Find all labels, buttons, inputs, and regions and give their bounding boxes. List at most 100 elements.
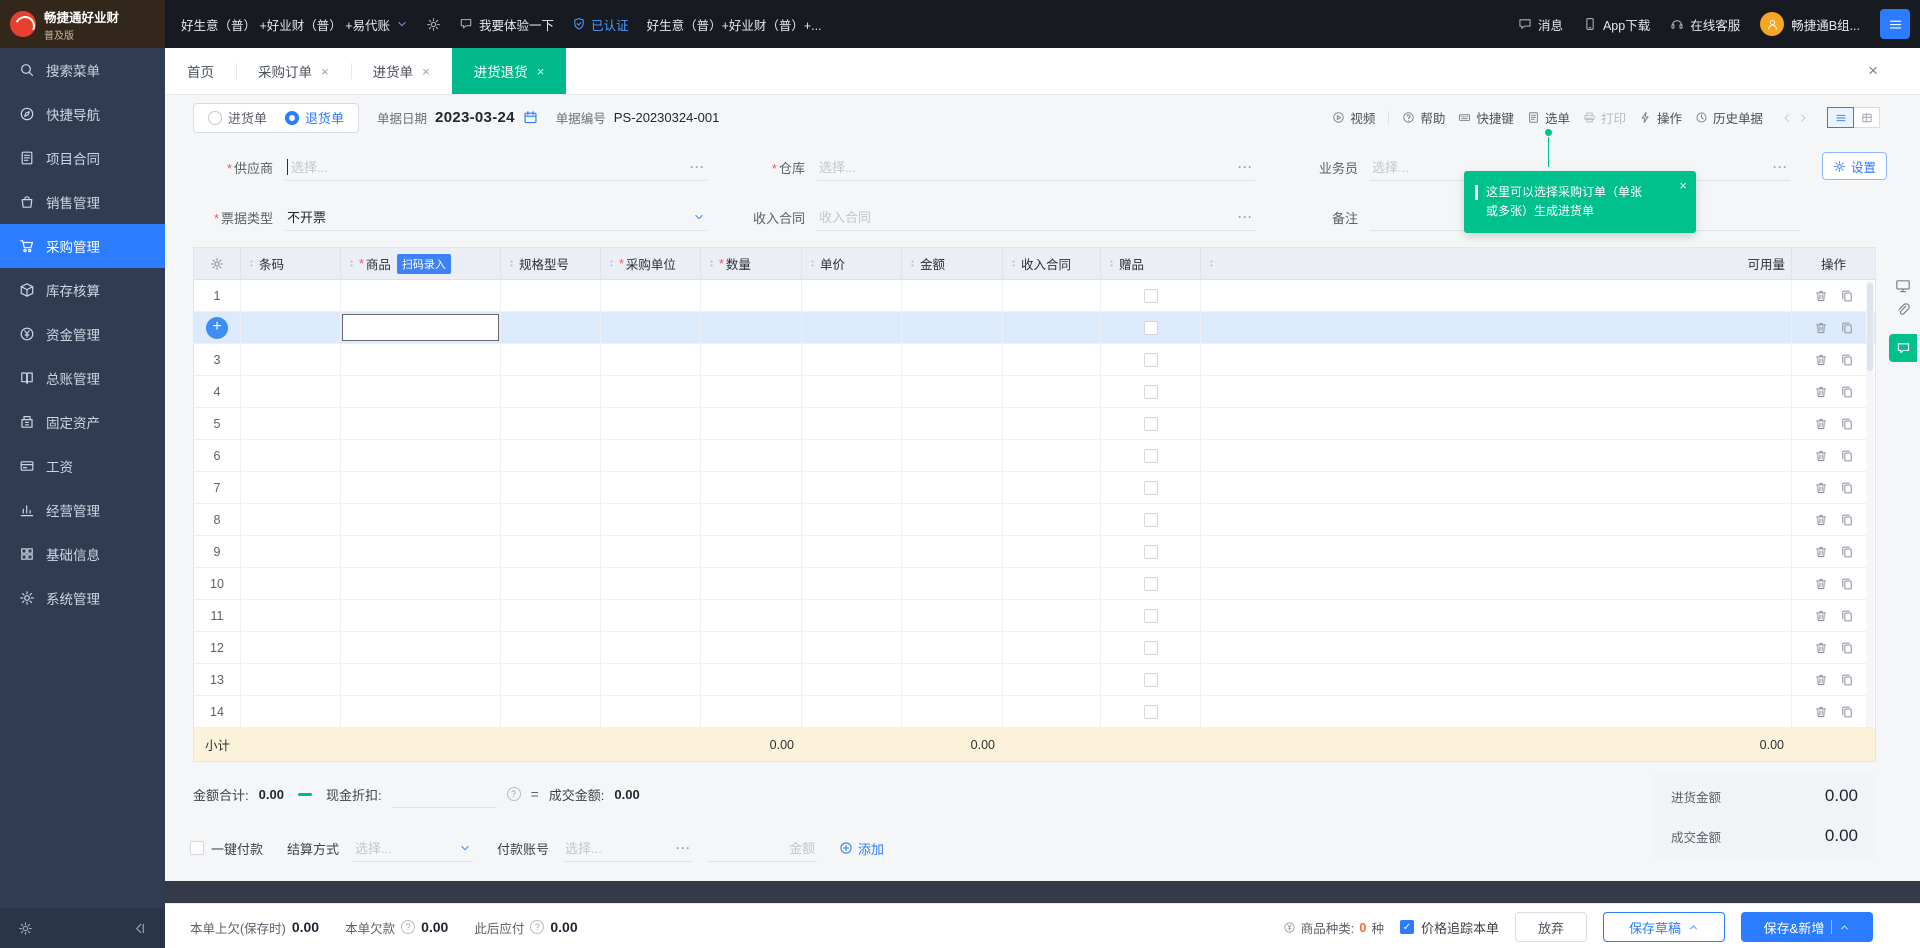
cell-unit[interactable] <box>601 280 701 312</box>
scrollbar-thumb[interactable] <box>1867 283 1873 371</box>
cell-contract[interactable] <box>1003 536 1101 568</box>
sort-icon[interactable] <box>707 257 716 270</box>
cell-barcode[interactable] <box>241 696 341 728</box>
experience-button[interactable]: 我要体验一下 <box>459 15 554 34</box>
cell-amount[interactable] <box>902 376 1003 408</box>
cell-price[interactable] <box>802 312 902 344</box>
delete-row-icon[interactable] <box>1814 321 1828 335</box>
sidebar-item-ledger[interactable]: 总账管理 <box>0 356 165 400</box>
cell-product[interactable] <box>341 312 501 344</box>
gift-checkbox[interactable] <box>1144 609 1158 623</box>
cell-contract[interactable] <box>1003 344 1101 376</box>
cell-qty[interactable] <box>701 536 802 568</box>
list-view-toggle[interactable] <box>1827 107 1854 128</box>
gift-checkbox[interactable] <box>1144 385 1158 399</box>
doc-date-value[interactable]: 2023-03-24 <box>435 109 515 126</box>
discard-button[interactable]: 放弃 <box>1515 912 1587 942</box>
gift-checkbox[interactable] <box>1144 289 1158 303</box>
copy-row-icon[interactable] <box>1840 705 1854 719</box>
delete-row-icon[interactable] <box>1814 385 1828 399</box>
cell-amount[interactable] <box>902 312 1003 344</box>
cell-product[interactable] <box>341 632 501 664</box>
delete-row-icon[interactable] <box>1814 449 1828 463</box>
radio-purchase-return[interactable]: 退货单 <box>285 108 344 127</box>
column-header-amount[interactable]: 金额 <box>902 248 1003 279</box>
sidebar-item-project-contract[interactable]: 项目合同 <box>0 136 165 180</box>
cell-unit[interactable] <box>601 536 701 568</box>
table-row-10[interactable]: 10 <box>194 568 1875 600</box>
copy-row-icon[interactable] <box>1840 449 1854 463</box>
income-contract-input[interactable]: 收入合同 <box>817 203 1255 231</box>
cell-unit[interactable] <box>601 600 701 632</box>
app-logo[interactable]: 畅捷通好业财 普及版 <box>0 0 165 48</box>
toolbar-print-button[interactable]: 打印 <box>1583 108 1626 127</box>
tab-close-icon[interactable] <box>321 65 329 78</box>
scan-entry-badge[interactable]: 扫码录入 <box>397 254 451 274</box>
copy-row-icon[interactable] <box>1840 577 1854 591</box>
sidebar-item-search-menu[interactable]: 搜索菜单 <box>0 48 165 92</box>
attachment-icon[interactable] <box>1895 302 1911 318</box>
cell-barcode[interactable] <box>241 376 341 408</box>
cell-barcode[interactable] <box>241 440 341 472</box>
cell-unit[interactable] <box>601 312 701 344</box>
cell-qty[interactable] <box>701 280 802 312</box>
add-payment-button[interactable]: 添加 <box>839 839 884 858</box>
cell-available[interactable] <box>1201 600 1792 632</box>
cell-price[interactable] <box>802 696 902 728</box>
toolbar-actions-button[interactable]: 操作 <box>1639 108 1682 127</box>
cell-product[interactable] <box>341 376 501 408</box>
copy-row-icon[interactable] <box>1840 609 1854 623</box>
gift-checkbox[interactable] <box>1144 481 1158 495</box>
cell-barcode[interactable] <box>241 472 341 504</box>
toolbar-pick-order-button[interactable]: 选单 <box>1527 108 1570 127</box>
copy-row-icon[interactable] <box>1840 513 1854 527</box>
cell-qty[interactable] <box>701 504 802 536</box>
toolbar-video-button[interactable]: 视频 <box>1332 108 1375 127</box>
table-row-13[interactable]: 13 <box>194 664 1875 696</box>
cell-qty[interactable] <box>701 440 802 472</box>
cell-product[interactable] <box>341 472 501 504</box>
cell-price[interactable] <box>802 376 902 408</box>
cell-amount[interactable] <box>902 600 1003 632</box>
warehouse-input[interactable]: 选择... <box>817 153 1255 181</box>
copy-row-icon[interactable] <box>1840 385 1854 399</box>
column-header-actions[interactable]: 操作 <box>1792 248 1875 279</box>
sort-icon[interactable] <box>808 257 817 270</box>
prev-doc-icon[interactable] <box>1781 112 1793 124</box>
toolbar-history-button[interactable]: 历史单据 <box>1695 108 1763 127</box>
close-panel-icon[interactable] <box>1868 48 1878 94</box>
cell-unit[interactable] <box>601 632 701 664</box>
cell-barcode[interactable] <box>241 504 341 536</box>
cell-price[interactable] <box>802 664 902 696</box>
cell-amount[interactable] <box>902 344 1003 376</box>
cell-qty[interactable] <box>701 312 802 344</box>
sort-icon[interactable] <box>507 257 516 270</box>
cell-spec[interactable] <box>501 664 601 696</box>
sidebar-item-funds[interactable]: 资金管理 <box>0 312 165 356</box>
cell-contract[interactable] <box>1003 504 1101 536</box>
cell-qty[interactable] <box>701 408 802 440</box>
table-row-2[interactable] <box>194 312 1875 344</box>
cell-spec[interactable] <box>501 472 601 504</box>
cell-price[interactable] <box>802 440 902 472</box>
next-doc-icon[interactable] <box>1797 112 1809 124</box>
cell-qty[interactable] <box>701 664 802 696</box>
column-header-unit[interactable]: *采购单位 <box>601 248 701 279</box>
cell-contract[interactable] <box>1003 600 1101 632</box>
cell-contract[interactable] <box>1003 408 1101 440</box>
chevron-down-icon[interactable] <box>459 842 471 854</box>
delete-row-icon[interactable] <box>1814 289 1828 303</box>
cell-available[interactable] <box>1201 344 1792 376</box>
cell-available[interactable] <box>1201 472 1792 504</box>
tab-purchase-return[interactable]: 进货退货 <box>452 48 567 94</box>
delete-row-icon[interactable] <box>1814 417 1828 431</box>
gift-checkbox[interactable] <box>1144 449 1158 463</box>
menu-button[interactable] <box>1880 9 1910 39</box>
copy-row-icon[interactable] <box>1840 321 1854 335</box>
cell-product[interactable] <box>341 280 501 312</box>
supplier-picker-icon[interactable] <box>690 160 705 174</box>
table-row-6[interactable]: 6 <box>194 440 1875 472</box>
column-header-contract[interactable]: 收入合同 <box>1003 248 1101 279</box>
collapsed-bottom-panel[interactable] <box>165 881 1920 903</box>
discount-help-icon[interactable] <box>507 787 521 801</box>
